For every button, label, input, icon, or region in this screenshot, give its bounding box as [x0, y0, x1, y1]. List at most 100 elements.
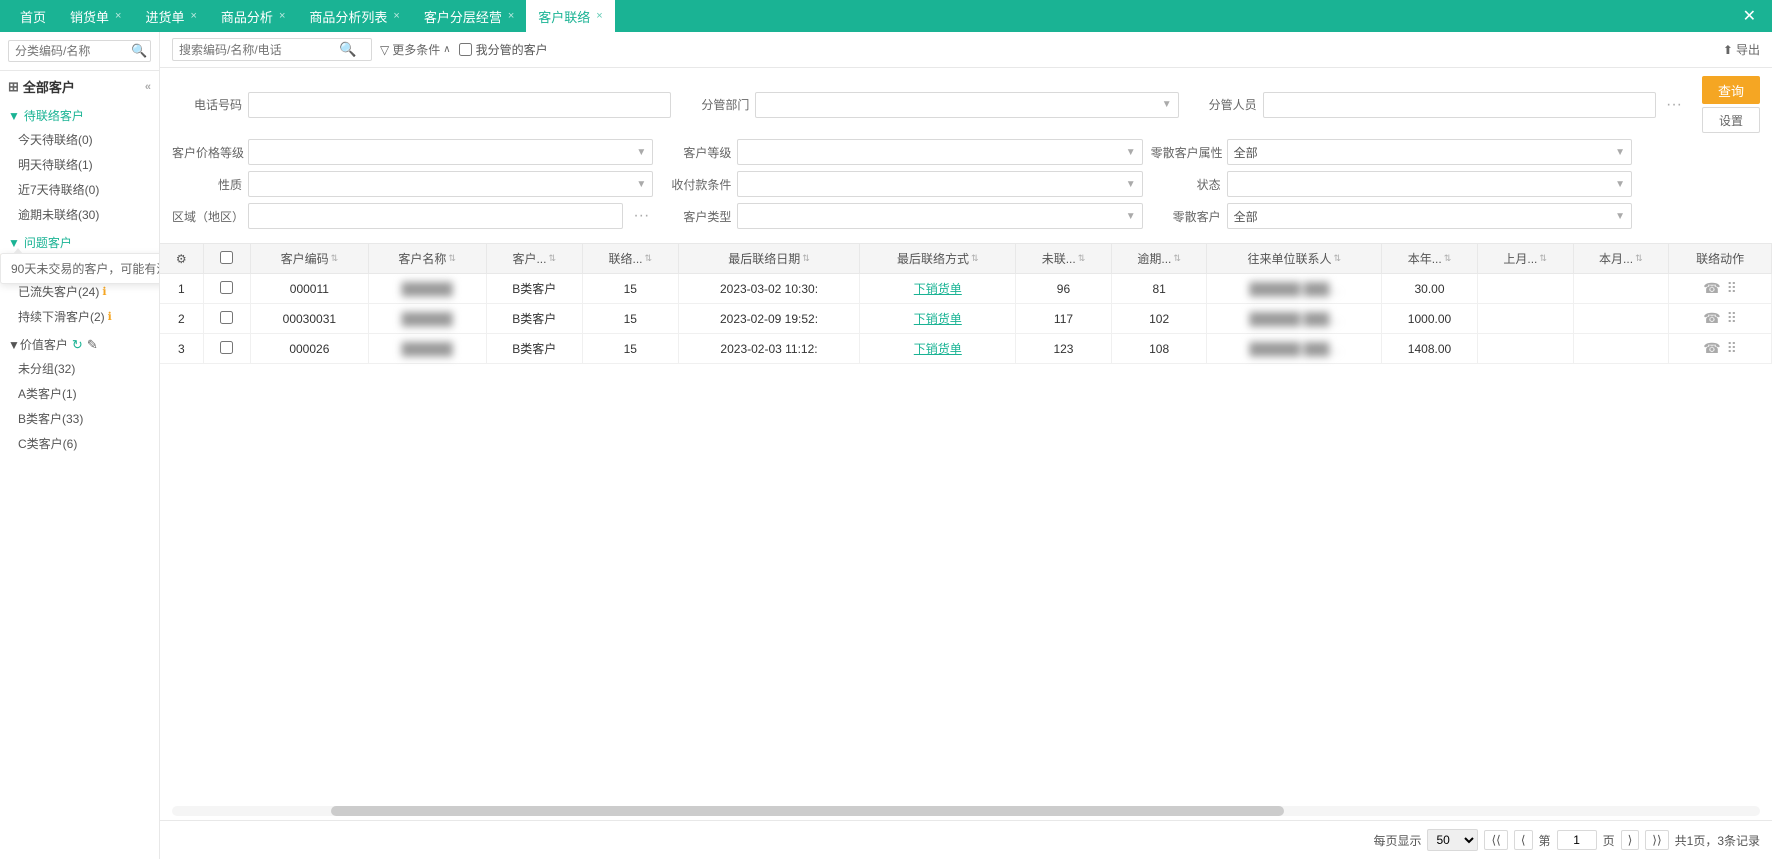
- select-all-checkbox[interactable]: [220, 251, 233, 264]
- sidebar-group-waiting-title[interactable]: ▼ 待联络客户: [0, 102, 159, 127]
- row-action-more-icon[interactable]: ⠿: [1727, 280, 1737, 297]
- sidebar-group-problem-title[interactable]: ▼ 问题客户 90天未交易的客户，可能有流失风险。: [0, 229, 159, 254]
- nature-select[interactable]: ▼: [248, 171, 653, 197]
- th-this-year[interactable]: 本年...⇅: [1382, 244, 1478, 274]
- table-row: 1 000011 ██████ B类客户 15 2023-03-02 10:30…: [160, 274, 1772, 304]
- custgrade-arrow-icon: ▼: [1126, 147, 1136, 158]
- info-icon2: ℹ: [108, 310, 112, 323]
- region-more-icon[interactable]: ···: [629, 207, 653, 225]
- nav-tab-customercontact[interactable]: 客户联络 ×: [526, 0, 614, 32]
- custtype-select[interactable]: ▼: [737, 203, 1142, 229]
- filter-panel: 电话号码 分管部门 ▼ 分管人员 ···: [160, 68, 1772, 244]
- nav-tab-customerlayer[interactable]: 客户分层经营 ×: [412, 0, 526, 32]
- sidebar-search-input[interactable]: [8, 40, 151, 62]
- sidebar-item-a-class[interactable]: A类客户(1): [0, 381, 159, 406]
- payment-select[interactable]: ▼: [737, 171, 1142, 197]
- close-customercontact-icon[interactable]: ×: [596, 10, 602, 22]
- sidebar-group-value-title[interactable]: ▼ 价值客户 ↻ ✎: [0, 331, 159, 356]
- th-this-month[interactable]: 本月...⇅: [1573, 244, 1669, 274]
- edit-icon[interactable]: ✎: [87, 337, 98, 353]
- row-action-contact-icon[interactable]: ☎: [1703, 280, 1720, 297]
- retail-label: 零散客户: [1151, 208, 1221, 225]
- sidebar-search-icon: 🔍: [131, 43, 147, 59]
- status-select[interactable]: ▼: [1227, 171, 1632, 197]
- th-contact[interactable]: 联络...⇅: [582, 244, 678, 274]
- last-method-link[interactable]: 下销货单: [914, 342, 962, 356]
- nav-home[interactable]: 首页: [8, 0, 58, 32]
- th-contact-person[interactable]: 往来单位联系人⇅: [1207, 244, 1382, 274]
- sidebar-item-today-contact[interactable]: 今天待联络(0): [0, 127, 159, 152]
- th-custtype[interactable]: 客户...⇅: [486, 244, 582, 274]
- export-button[interactable]: ⬆ 导出: [1723, 41, 1760, 58]
- sidebar-item-ungroup[interactable]: 未分组(32): [0, 356, 159, 381]
- page-size-select[interactable]: 50 10 20 100: [1427, 829, 1478, 851]
- sidebar-collapse-icon[interactable]: «: [145, 81, 151, 93]
- th-last-method[interactable]: 最后联络方式⇅: [860, 244, 1016, 274]
- td-checkbox[interactable]: [203, 274, 250, 304]
- th-last-date[interactable]: 最后联络日期⇅: [678, 244, 860, 274]
- row-checkbox[interactable]: [220, 311, 233, 324]
- query-button[interactable]: 查询: [1702, 76, 1760, 104]
- sidebar-item-tomorrow-contact[interactable]: 明天待联络(1): [0, 152, 159, 177]
- retailattr-select[interactable]: 全部 ▼: [1227, 139, 1632, 165]
- row-action-more-icon[interactable]: ⠿: [1727, 310, 1737, 327]
- person-select[interactable]: [1263, 92, 1656, 118]
- window-close-button[interactable]: ✕: [1735, 6, 1764, 26]
- th-overdue[interactable]: 逾期...⇅: [1111, 244, 1207, 274]
- filter-more-button[interactable]: ▽ 更多条件 ∧: [380, 41, 451, 58]
- close-purchaseorder-icon[interactable]: ×: [190, 10, 196, 22]
- search-button-icon[interactable]: 🔍: [339, 41, 356, 58]
- th-settings[interactable]: ⚙: [160, 244, 203, 274]
- close-productlist-icon[interactable]: ×: [393, 10, 399, 22]
- my-customers-checkbox[interactable]: [459, 43, 472, 56]
- person-more-icon[interactable]: ···: [1662, 96, 1686, 114]
- row-action-more-icon[interactable]: ⠿: [1727, 340, 1737, 357]
- close-productanalysis-icon[interactable]: ×: [279, 10, 285, 22]
- sidebar-item-7day-contact[interactable]: 近7天待联络(0): [0, 177, 159, 202]
- page-number-input[interactable]: [1557, 830, 1597, 850]
- all-customers-title[interactable]: ⊞ 全部客户 «: [0, 71, 159, 102]
- nav-tab-salesorder[interactable]: 销货单 ×: [58, 0, 133, 32]
- phone-input[interactable]: [248, 92, 671, 118]
- td-checkbox[interactable]: [203, 334, 250, 364]
- nav-tab-productlist[interactable]: 商品分析列表 ×: [297, 0, 411, 32]
- sidebar-item-overdue-contact[interactable]: 逾期未联络(30): [0, 202, 159, 227]
- pricegrde-select[interactable]: ▼: [248, 139, 653, 165]
- search-input[interactable]: [179, 43, 339, 57]
- th-checkbox[interactable]: [203, 244, 250, 274]
- my-customers-checkbox-label[interactable]: 我分管的客户: [459, 41, 548, 58]
- region-select[interactable]: [248, 203, 623, 229]
- refresh-icon[interactable]: ↻: [72, 337, 83, 353]
- prev-page-button[interactable]: ⟨: [1514, 830, 1533, 850]
- nav-tab-productanalysis[interactable]: 商品分析 ×: [209, 0, 297, 32]
- row-action-contact-icon[interactable]: ☎: [1703, 340, 1720, 357]
- th-no-contact[interactable]: 未联...⇅: [1016, 244, 1112, 274]
- td-last-method[interactable]: 下销货单: [860, 334, 1016, 364]
- dept-select[interactable]: ▼: [755, 92, 1178, 118]
- last-method-link[interactable]: 下销货单: [914, 282, 962, 296]
- nav-tab-purchaseorder[interactable]: 进货单 ×: [133, 0, 208, 32]
- td-checkbox[interactable]: [203, 304, 250, 334]
- sidebar-item-declining[interactable]: 持续下滑客户(2) ℹ: [0, 304, 159, 329]
- last-page-button[interactable]: ⟩⟩: [1645, 830, 1668, 850]
- row-checkbox[interactable]: [220, 281, 233, 294]
- td-index: 2: [160, 304, 203, 334]
- th-name[interactable]: 客户名称⇅: [368, 244, 486, 274]
- close-salesorder-icon[interactable]: ×: [115, 10, 121, 22]
- close-customerlayer-icon[interactable]: ×: [508, 10, 514, 22]
- settings-button[interactable]: 设置: [1702, 107, 1760, 133]
- row-checkbox[interactable]: [220, 341, 233, 354]
- last-method-link[interactable]: 下销货单: [914, 312, 962, 326]
- custgrade-select[interactable]: ▼: [737, 139, 1142, 165]
- td-last-method[interactable]: 下销货单: [860, 274, 1016, 304]
- next-page-button[interactable]: ⟩: [1621, 830, 1640, 850]
- td-last-method[interactable]: 下销货单: [860, 304, 1016, 334]
- first-page-button[interactable]: ⟨⟨: [1484, 830, 1507, 850]
- sidebar-item-c-class[interactable]: C类客户(6): [0, 431, 159, 456]
- row-action-contact-icon[interactable]: ☎: [1703, 310, 1720, 327]
- sidebar-item-b-class[interactable]: B类客户(33): [0, 406, 159, 431]
- th-code[interactable]: 客户编码⇅: [250, 244, 368, 274]
- retail-select[interactable]: 全部 ▼: [1227, 203, 1632, 229]
- horizontal-scrollbar[interactable]: [172, 806, 1760, 816]
- th-last-month[interactable]: 上月...⇅: [1477, 244, 1573, 274]
